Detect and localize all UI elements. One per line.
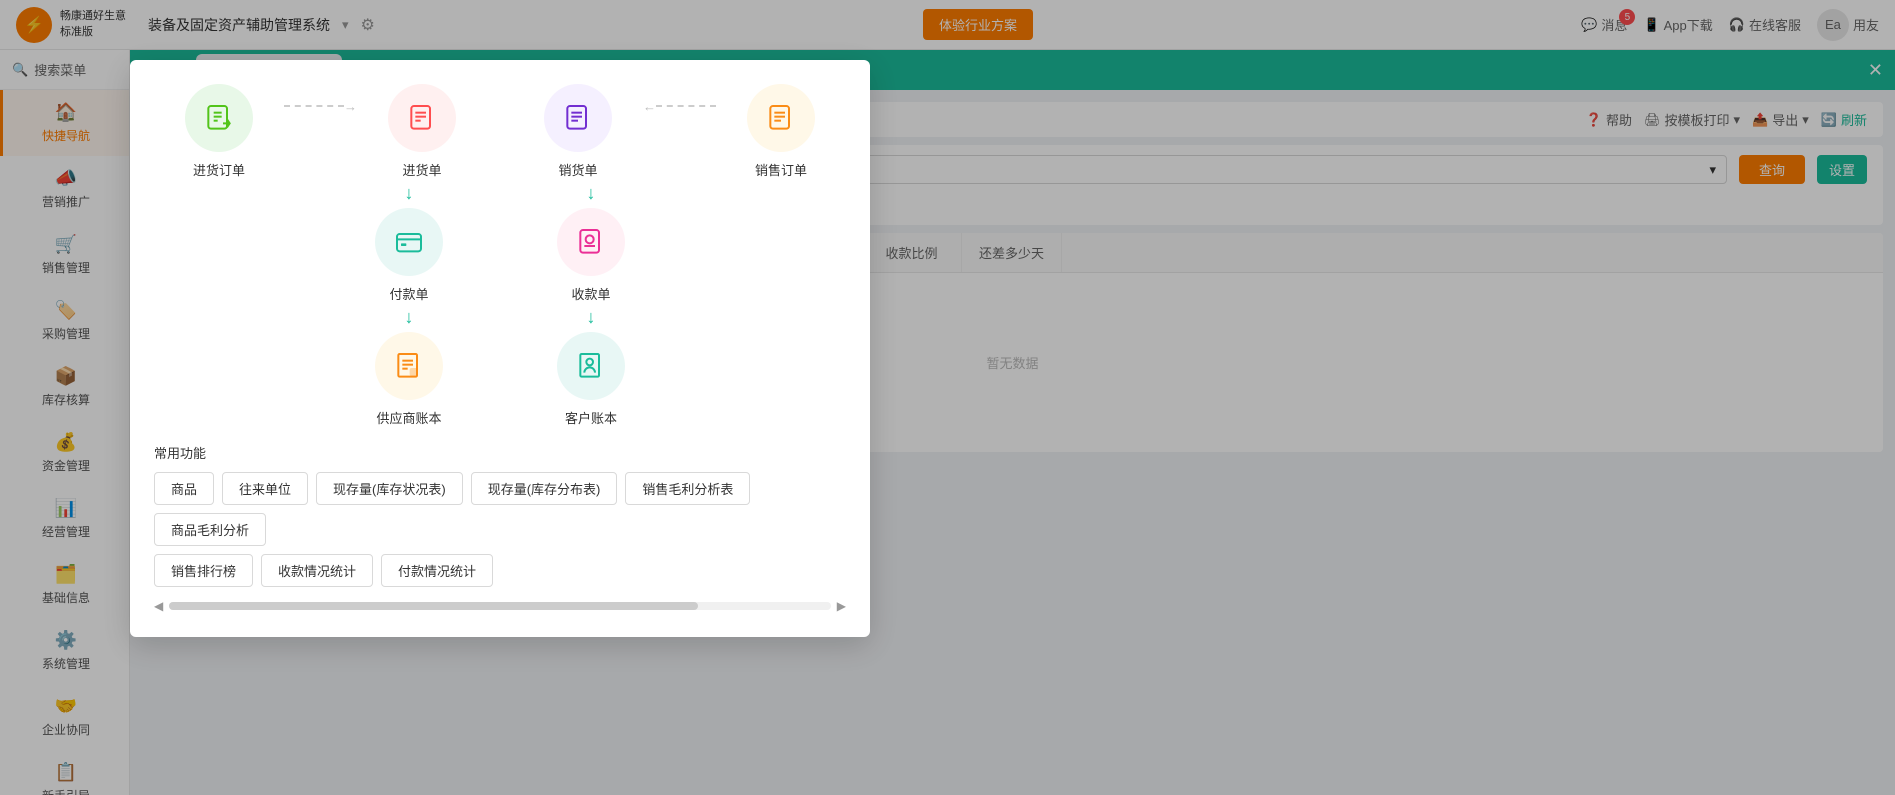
btn-sales-gross[interactable]: 销售毛利分析表	[625, 472, 750, 505]
flow-purchase-order[interactable]: 进货订单	[154, 84, 284, 179]
sales-order-label: 销售订单	[755, 160, 807, 179]
flow-purchase-bill[interactable]: 进货单	[357, 84, 487, 179]
purchase-order-icon	[185, 84, 253, 152]
receipt-label: 收款单	[571, 284, 610, 303]
common-functions-section: 常用功能 商品 往来单位 现存量(库存状况表) 现存量(库存分布表) 销售毛利分…	[154, 443, 846, 587]
scrollbar-thumb	[169, 602, 698, 610]
flow-receipt[interactable]: 收款单	[526, 208, 656, 303]
flow-supplier-ledger[interactable]: 供应商账本	[344, 332, 474, 427]
btn-stock-dist[interactable]: 现存量(库存分布表)	[471, 472, 618, 505]
payment-icon	[375, 208, 443, 276]
scrollbar[interactable]: ◀ ▶	[154, 599, 846, 613]
receipt-icon	[557, 208, 625, 276]
modal-overlay[interactable]: 进货订单 → 进货单	[0, 0, 1895, 795]
scrollbar-track	[169, 602, 831, 610]
customer-ledger-icon	[557, 332, 625, 400]
common-functions-title: 常用功能	[154, 443, 846, 462]
scroll-right-icon[interactable]: ▶	[837, 599, 846, 613]
btn-payment-stats[interactable]: 付款情况统计	[381, 554, 493, 587]
purchase-bill-label: 进货单	[402, 160, 441, 179]
modal: 进货订单 → 进货单	[130, 60, 870, 637]
payment-label: 付款单	[389, 284, 428, 303]
purchase-bill-icon	[388, 84, 456, 152]
btn-sales-rank[interactable]: 销售排行榜	[154, 554, 253, 587]
sales-order-icon	[747, 84, 815, 152]
btn-product-gross[interactable]: 商品毛利分析	[154, 513, 266, 546]
supplier-ledger-label: 供应商账本	[376, 408, 441, 427]
scroll-left-icon[interactable]: ◀	[154, 599, 163, 613]
flow-payment[interactable]: 付款单	[344, 208, 474, 303]
btn-receipt-stats[interactable]: 收款情况统计	[261, 554, 373, 587]
btn-partner[interactable]: 往来单位	[222, 472, 308, 505]
modal-content: 进货订单 → 进货单	[154, 84, 846, 613]
common-buttons: 商品 往来单位 现存量(库存状况表) 现存量(库存分布表) 销售毛利分析表 商品…	[154, 472, 846, 546]
flow-customer-ledger[interactable]: 客户账本	[526, 332, 656, 427]
btn-product[interactable]: 商品	[154, 472, 214, 505]
flow-sales-bill[interactable]: 销货单	[513, 84, 643, 179]
purchase-order-label: 进货订单	[193, 160, 245, 179]
btn-stock-status[interactable]: 现存量(库存状况表)	[316, 472, 463, 505]
supplier-ledger-icon	[375, 332, 443, 400]
flow-sales-order[interactable]: 销售订单	[716, 84, 846, 179]
sales-bill-icon	[544, 84, 612, 152]
customer-ledger-label: 客户账本	[565, 408, 617, 427]
sales-bill-label: 销货单	[558, 160, 597, 179]
common-buttons-2: 销售排行榜 收款情况统计 付款情况统计	[154, 554, 846, 587]
